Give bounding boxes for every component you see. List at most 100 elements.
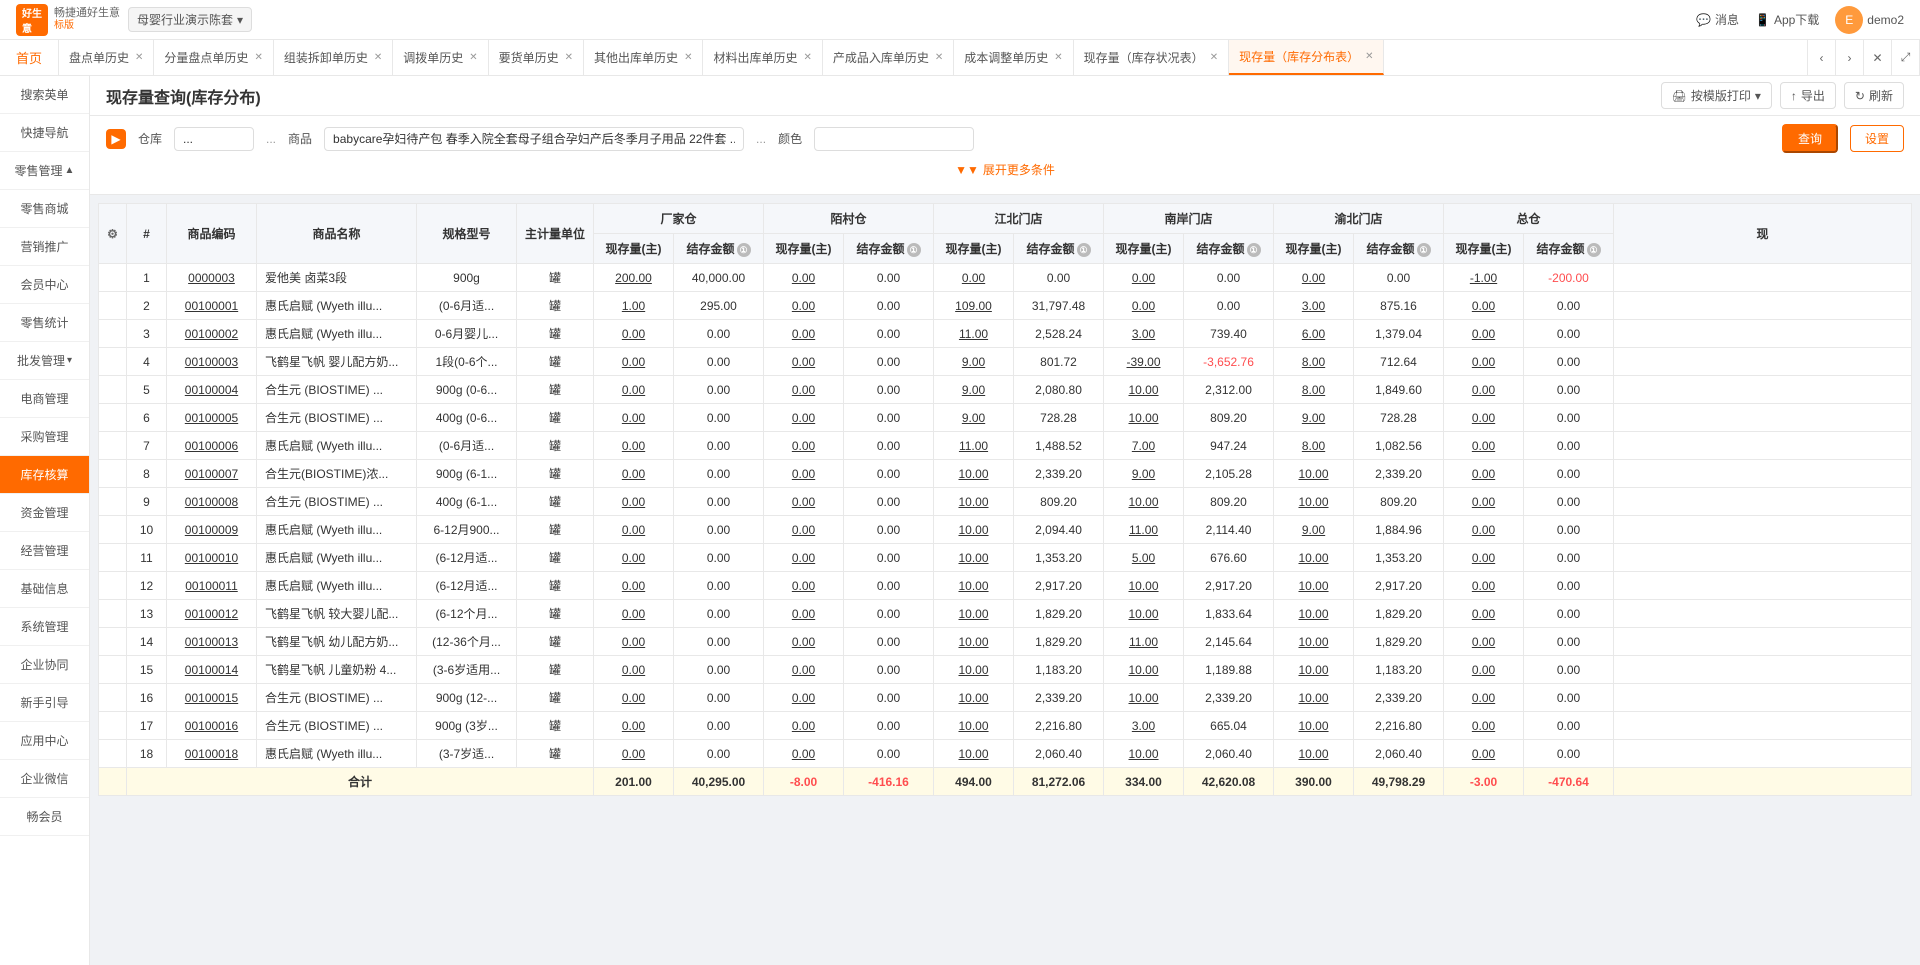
cell-code[interactable]: 00100008 [167, 488, 257, 516]
settings-button[interactable]: 设置 [1850, 125, 1904, 152]
cell-code[interactable]: 00100007 [167, 460, 257, 488]
tab-next-btn[interactable]: › [1836, 40, 1864, 76]
cell-yubei-qty[interactable]: 10.00 [1274, 544, 1354, 572]
tab-9[interactable]: 成本调整单历史 ✕ [954, 40, 1073, 75]
cell-yubei-qty[interactable]: 10.00 [1274, 488, 1354, 516]
app-download-btn[interactable]: 📱 App下载 [1755, 11, 1819, 28]
cell-mucun-qty[interactable]: 0.00 [764, 292, 844, 320]
cell-code[interactable]: 00100004 [167, 376, 257, 404]
cell-jiangbei-qty[interactable]: 109.00 [934, 292, 1014, 320]
cell-zongcang-qty[interactable]: 0.00 [1444, 656, 1524, 684]
cell-nanan-qty[interactable]: -39.00 [1104, 348, 1184, 376]
cell-nanan-qty[interactable]: 9.00 [1104, 460, 1184, 488]
cell-changjia-qty[interactable]: 0.00 [594, 516, 674, 544]
tab-4[interactable]: 调拨单历史 ✕ [393, 40, 488, 75]
sidebar-item-guide[interactable]: 新手引导 [0, 684, 89, 722]
cell-changjia-qty[interactable]: 0.00 [594, 348, 674, 376]
cell-jiangbei-qty[interactable]: 10.00 [934, 600, 1014, 628]
sidebar-item-ecommerce[interactable]: 电商管理 [0, 380, 89, 418]
table-container[interactable]: ⚙ # 商品编码 商品名称 规格型号 主计量单位 厂家仓 陌村仓 江北门店 南岸… [90, 195, 1920, 965]
cell-mucun-qty[interactable]: 0.00 [764, 684, 844, 712]
tab-6[interactable]: 其他出库单历史 ✕ [584, 40, 703, 75]
sidebar-item-wework[interactable]: 企业微信 [0, 760, 89, 798]
info-icon[interactable]: ① [1077, 243, 1091, 257]
info-icon[interactable]: ① [1417, 243, 1431, 257]
cell-changjia-qty[interactable]: 0.00 [594, 320, 674, 348]
tab-prev-btn[interactable]: ‹ [1808, 40, 1836, 76]
tab-1[interactable]: 盘点单历史 ✕ [59, 40, 154, 75]
cell-zongcang-qty[interactable]: 0.00 [1444, 432, 1524, 460]
cell-yubei-qty[interactable]: 9.00 [1274, 404, 1354, 432]
cell-zongcang-qty[interactable]: 0.00 [1444, 516, 1524, 544]
cell-changjia-qty[interactable]: 0.00 [594, 600, 674, 628]
cell-zongcang-qty[interactable]: 0.00 [1444, 320, 1524, 348]
sidebar-item-purchase[interactable]: 采购管理 [0, 418, 89, 456]
cell-jiangbei-qty[interactable]: 9.00 [934, 404, 1014, 432]
cell-code[interactable]: 00100018 [167, 740, 257, 768]
sidebar-item-retail-mall[interactable]: 零售商城 [0, 190, 89, 228]
cell-zongcang-qty[interactable]: 0.00 [1444, 740, 1524, 768]
cell-changjia-qty[interactable]: 0.00 [594, 404, 674, 432]
cell-nanan-qty[interactable]: 10.00 [1104, 376, 1184, 404]
cell-zongcang-qty[interactable]: 0.00 [1444, 712, 1524, 740]
cell-jiangbei-qty[interactable]: 9.00 [934, 376, 1014, 404]
cell-zongcang-qty[interactable]: -1.00 [1444, 264, 1524, 292]
sidebar-item-marketing[interactable]: 营销推广 [0, 228, 89, 266]
expand-conditions-btn[interactable]: ▼▼ 展开更多条件 [951, 157, 1059, 182]
tab-7-close[interactable]: ✕ [803, 52, 811, 63]
warehouse-input[interactable] [174, 127, 254, 151]
sidebar-item-retail-mgmt[interactable]: 零售管理 ▲ [0, 152, 89, 190]
cell-mucun-qty[interactable]: 0.00 [764, 544, 844, 572]
cell-code[interactable]: 0000003 [167, 264, 257, 292]
cell-code[interactable]: 00100006 [167, 432, 257, 460]
cell-yubei-qty[interactable]: 8.00 [1274, 432, 1354, 460]
tab-10[interactable]: 现存量（库存状况表） ✕ [1074, 40, 1229, 75]
cell-changjia-qty[interactable]: 0.00 [594, 432, 674, 460]
export-button[interactable]: ↑ 导出 [1780, 82, 1836, 109]
tab-8-close[interactable]: ✕ [935, 52, 943, 63]
cell-jiangbei-qty[interactable]: 10.00 [934, 628, 1014, 656]
tab-4-close[interactable]: ✕ [469, 52, 477, 63]
cell-zongcang-qty[interactable]: 0.00 [1444, 404, 1524, 432]
cell-jiangbei-qty[interactable]: 10.00 [934, 460, 1014, 488]
cell-yubei-qty[interactable]: 10.00 [1274, 656, 1354, 684]
cell-nanan-qty[interactable]: 10.00 [1104, 656, 1184, 684]
cell-mucun-qty[interactable]: 0.00 [764, 488, 844, 516]
tab-home[interactable]: 首页 [0, 40, 59, 75]
cell-mucun-qty[interactable]: 0.00 [764, 572, 844, 600]
cell-nanan-qty[interactable]: 5.00 [1104, 544, 1184, 572]
tab-expand-btn[interactable]: ⤢ [1892, 40, 1920, 76]
cell-yubei-qty[interactable]: 10.00 [1274, 740, 1354, 768]
cell-yubei-qty[interactable]: 10.00 [1274, 712, 1354, 740]
cell-changjia-qty[interactable]: 0.00 [594, 740, 674, 768]
cell-code[interactable]: 00100001 [167, 292, 257, 320]
cell-mucun-qty[interactable]: 0.00 [764, 404, 844, 432]
cell-jiangbei-qty[interactable]: 10.00 [934, 572, 1014, 600]
cell-mucun-qty[interactable]: 0.00 [764, 712, 844, 740]
cell-yubei-qty[interactable]: 10.00 [1274, 628, 1354, 656]
cell-mucun-qty[interactable]: 0.00 [764, 264, 844, 292]
tab-5-close[interactable]: ✕ [565, 52, 573, 63]
cell-nanan-qty[interactable]: 10.00 [1104, 404, 1184, 432]
sidebar-item-member[interactable]: 会员中心 [0, 266, 89, 304]
info-icon[interactable]: ① [1247, 243, 1261, 257]
tab-2-close[interactable]: ✕ [254, 52, 262, 63]
cell-zongcang-qty[interactable]: 0.00 [1444, 684, 1524, 712]
sidebar-item-inventory[interactable]: 库存核算 [0, 456, 89, 494]
cell-mucun-qty[interactable]: 0.00 [764, 460, 844, 488]
cell-code[interactable]: 00100011 [167, 572, 257, 600]
color-input[interactable] [814, 127, 974, 151]
tab-1-close[interactable]: ✕ [135, 52, 143, 63]
cell-jiangbei-qty[interactable]: 10.00 [934, 488, 1014, 516]
tab-close-all-btn[interactable]: ✕ [1864, 40, 1892, 76]
cell-zongcang-qty[interactable]: 0.00 [1444, 628, 1524, 656]
cell-zongcang-qty[interactable]: 0.00 [1444, 544, 1524, 572]
cell-changjia-qty[interactable]: 0.00 [594, 544, 674, 572]
cell-jiangbei-qty[interactable]: 10.00 [934, 656, 1014, 684]
cell-nanan-qty[interactable]: 10.00 [1104, 684, 1184, 712]
cell-changjia-qty[interactable]: 200.00 [594, 264, 674, 292]
tab-5[interactable]: 要货单历史 ✕ [489, 40, 584, 75]
cell-mucun-qty[interactable]: 0.00 [764, 600, 844, 628]
tab-3[interactable]: 组装拆卸单历史 ✕ [274, 40, 393, 75]
cell-changjia-qty[interactable]: 1.00 [594, 292, 674, 320]
